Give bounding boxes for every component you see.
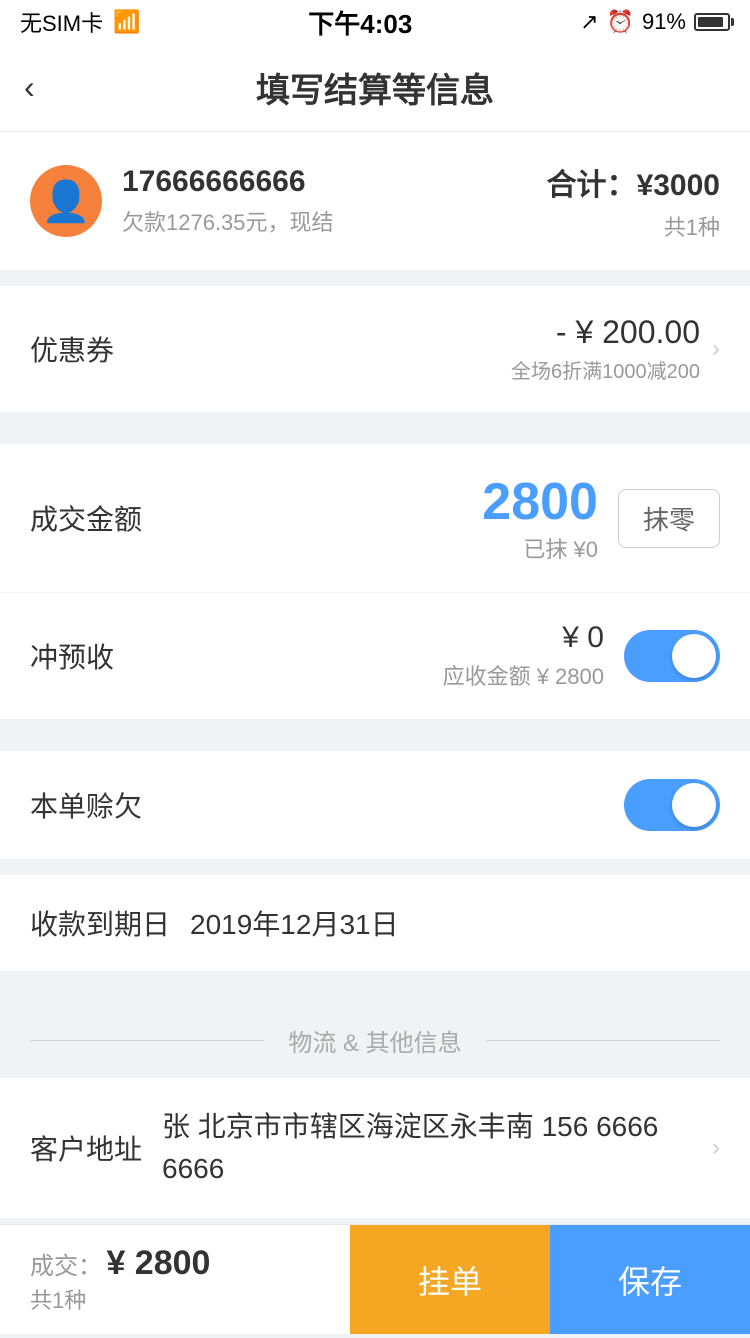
prepay-amount: ¥ 0 <box>443 621 604 655</box>
toggle-knob <box>672 634 716 678</box>
footer-amount: ¥ 2800 <box>106 1244 210 1282</box>
location-icon: ↗ <box>580 9 598 35</box>
deal-amount-group: 2800 已抹 ¥0 <box>482 472 598 564</box>
battery-fill <box>698 17 723 27</box>
coupon-label: 优惠券 <box>30 329 114 369</box>
prepay-value-block: ¥ 0 应收金额 ¥ 2800 <box>443 621 604 691</box>
credit-toggle[interactable] <box>624 779 720 831</box>
separator-1 <box>0 428 750 444</box>
duedate-label: 收款到期日 <box>30 903 170 943</box>
coupon-desc: 全场6折满1000减200 <box>511 355 700 384</box>
prepay-label: 冲预收 <box>30 636 114 676</box>
footer-count: 共1种 <box>30 1283 320 1315</box>
carrier-text: 无SIM卡 <box>20 6 103 38</box>
customer-phone: 17666666666 <box>122 165 334 199</box>
address-label: 客户地址 <box>30 1128 142 1168</box>
coupon-amount: - ¥ 200.00 <box>511 314 700 351</box>
content: 👤 17666666666 欠款1276.35元，现结 合计：¥3000 共1种… <box>0 132 750 1338</box>
divider-line-left <box>30 1040 264 1041</box>
customer-card: 👤 17666666666 欠款1276.35元，现结 合计：¥3000 共1种 <box>0 132 750 270</box>
coupon-chevron-icon: › <box>712 335 720 363</box>
deal-label: 成交金额 <box>30 498 142 538</box>
customer-left: 👤 17666666666 欠款1276.35元，现结 <box>30 165 334 237</box>
page-title: 填写结算等信息 <box>256 63 494 112</box>
footer-amount-row: 成交： ¥ 2800 <box>30 1244 320 1283</box>
pending-button[interactable]: 挂单 <box>350 1225 550 1334</box>
battery-bar <box>694 13 730 31</box>
total-amount: 合计：¥3000 <box>547 160 720 204</box>
address-value: 张 北京市市辖区海淀区永丰南 156 6666 6666 <box>162 1106 700 1190</box>
logistics-label: 物流 & 其他信息 <box>264 1023 485 1058</box>
alarm-icon: ⏰ <box>607 9 634 35</box>
deal-section: 成交金额 2800 已抹 ¥0 抹零 冲预收 ¥ 0 应收金额 ¥ 2800 <box>0 444 750 719</box>
avatar-icon: 👤 <box>41 178 91 225</box>
battery-percent: 91% <box>642 9 686 35</box>
deal-value-group: 2800 已抹 ¥0 抹零 <box>482 472 720 564</box>
status-time: 下午4:03 <box>308 4 412 41</box>
prepay-toggle[interactable] <box>624 630 720 682</box>
coupon-row[interactable]: 优惠券 - ¥ 200.00 全场6折满1000减200 › <box>0 286 750 412</box>
status-right: ↗ ⏰ 91% <box>580 9 730 35</box>
credit-row: 本单赊欠 <box>0 751 750 859</box>
credit-toggle-knob <box>672 783 716 827</box>
customer-info: 17666666666 欠款1276.35元，现结 <box>122 165 334 237</box>
total-label: 合计： <box>547 169 637 202</box>
credit-label: 本单赊欠 <box>30 785 142 825</box>
save-button[interactable]: 保存 <box>550 1225 750 1334</box>
wifi-icon: 📶 <box>113 9 140 35</box>
prepay-sub: 应收金额 ¥ 2800 <box>443 659 604 691</box>
address-row[interactable]: 客户地址 张 北京市市辖区海淀区永丰南 156 6666 6666 › <box>0 1078 750 1218</box>
coupon-right: - ¥ 200.00 全场6折满1000减200 › <box>511 314 720 384</box>
back-button[interactable]: ‹ <box>24 69 35 106</box>
footer: 成交： ¥ 2800 共1种 挂单 保存 <box>0 1224 750 1334</box>
address-chevron-icon: › <box>712 1134 720 1162</box>
deal-sub: 已抹 ¥0 <box>482 532 598 564</box>
total-count: 共1种 <box>547 210 720 242</box>
total-value: ¥3000 <box>637 169 720 202</box>
logistics-divider: 物流 & 其他信息 <box>0 1003 750 1078</box>
duedate-value: 2019年12月31日 <box>190 903 399 943</box>
footer-info: 成交： ¥ 2800 共1种 <box>0 1225 350 1334</box>
divider-line-right <box>486 1040 720 1041</box>
round-button[interactable]: 抹零 <box>618 489 720 548</box>
status-left: 无SIM卡 📶 <box>20 6 141 38</box>
separator-3 <box>0 987 750 1003</box>
footer-deal-label: 成交： <box>30 1253 102 1280</box>
status-bar: 无SIM卡 📶 下午4:03 ↗ ⏰ 91% <box>0 0 750 44</box>
separator-2 <box>0 735 750 751</box>
prepay-row: 冲预收 ¥ 0 应收金额 ¥ 2800 <box>0 593 750 719</box>
prepay-right: ¥ 0 应收金额 ¥ 2800 <box>443 621 720 691</box>
customer-total: 合计：¥3000 共1种 <box>547 160 720 242</box>
customer-debt: 欠款1276.35元，现结 <box>122 205 334 237</box>
deal-row: 成交金额 2800 已抹 ¥0 抹零 <box>0 444 750 593</box>
deal-amount: 2800 <box>482 473 598 531</box>
duedate-row: 收款到期日 2019年12月31日 <box>0 875 750 971</box>
avatar: 👤 <box>30 165 102 237</box>
nav-header: ‹ 填写结算等信息 <box>0 44 750 132</box>
coupon-discount: - ¥ 200.00 全场6折满1000减200 <box>511 314 700 384</box>
